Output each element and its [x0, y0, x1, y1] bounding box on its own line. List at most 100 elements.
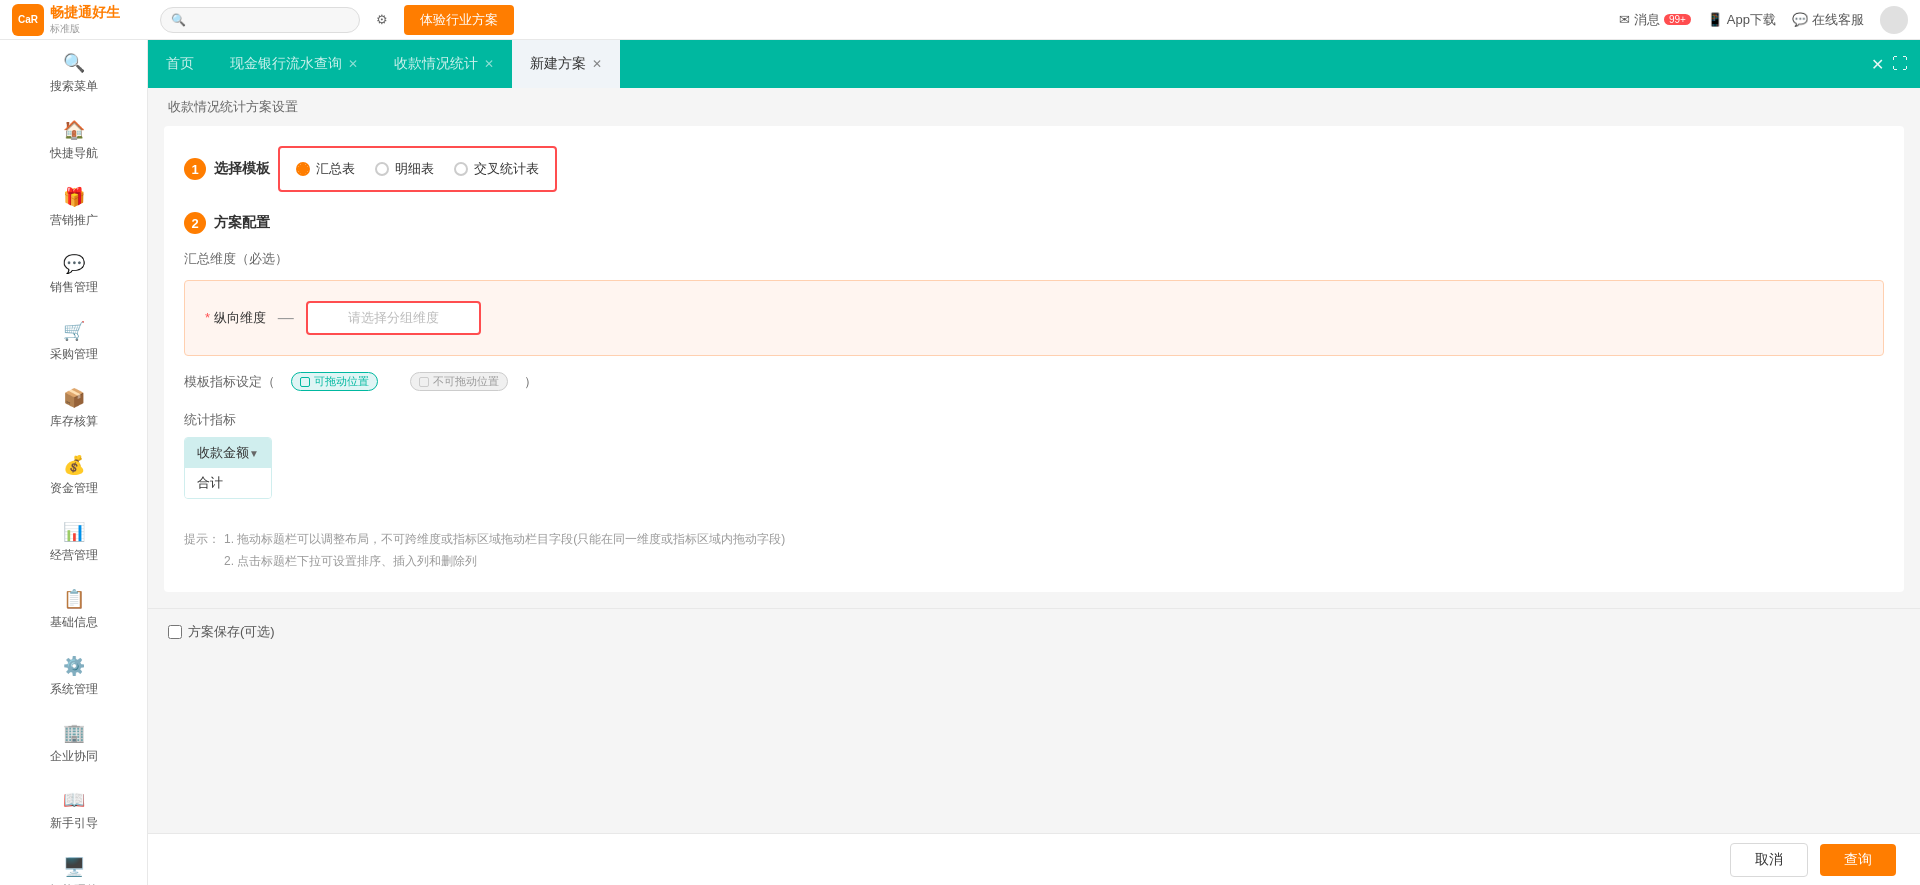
tips-section: 提示： 1. 拖动标题栏可以调整布局，不可跨维度或指标区域拖动栏目字段(只能在同… [184, 529, 1884, 572]
finance-icon: 💰 [63, 454, 85, 476]
purchase-icon: 🛒 [63, 320, 85, 342]
top-right-area: ✉ 消息 99+ 📱 App下载 💬 在线客服 [1619, 6, 1908, 34]
tab-cashflow-close[interactable]: ✕ [348, 57, 358, 71]
sidebar-item-finance[interactable]: 💰 资金管理 [0, 442, 147, 509]
main-card: 1 选择模板 汇总表 明细表 [164, 126, 1904, 592]
sidebar-item-operation[interactable]: 📊 经营管理 [0, 509, 147, 576]
trial-button[interactable]: 体验行业方案 [404, 5, 514, 35]
step1-title: 选择模板 [214, 160, 270, 178]
tip-line-1: 提示： 1. 拖动标题栏可以调整布局，不可跨维度或指标区域拖动栏目字段(只能在同… [184, 529, 1884, 551]
logo-tag: 标准版 [50, 22, 120, 36]
metric-row-total: 合计 [185, 468, 271, 498]
metric-group-name: 收款金额 [197, 444, 249, 462]
top-search: 🔍 ⚙ 体验行业方案 [160, 5, 1619, 35]
metric-dropdown-icon: ▼ [249, 448, 259, 459]
guide-icon: 📖 [63, 789, 85, 811]
radio-group: 汇总表 明细表 交叉统计表 [296, 160, 539, 178]
basic-info-icon: 📋 [63, 588, 85, 610]
user-avatar[interactable] [1880, 6, 1908, 34]
settings-icon[interactable]: ⚙ [368, 6, 396, 34]
metric-group-title[interactable]: 收款金额 ▼ [185, 438, 271, 468]
maximize-icon[interactable]: ⛶ [1892, 55, 1908, 73]
save-checkbox[interactable] [168, 625, 182, 639]
radio-circle-detail [375, 162, 389, 176]
save-section: 方案保存(可选) [148, 608, 1920, 655]
sidebar-item-label: 采购管理 [50, 346, 98, 363]
quick-nav-icon: 🏠 [63, 119, 85, 141]
tab-cashflow[interactable]: 现金银行流水查询 ✕ [212, 40, 376, 88]
radio-summary-label: 汇总表 [316, 160, 355, 178]
unmovable-label: 不可拖动位置 [433, 374, 499, 389]
query-button[interactable]: 查询 [1820, 844, 1896, 876]
step1-header: 1 选择模板 汇总表 明细表 [184, 146, 1884, 192]
search-input-box[interactable]: 🔍 [160, 7, 360, 33]
dimension-arrow: — [278, 309, 294, 327]
sidebar-item-label: 营销推广 [50, 212, 98, 229]
logo-icon: CaR [12, 4, 44, 36]
dimension-select[interactable]: 请选择分组维度 [306, 301, 481, 335]
sidebar-item-quick-nav[interactable]: 🏠 快捷导航 [0, 107, 147, 174]
sidebar-item-label: 快捷导航 [50, 145, 98, 162]
sidebar-item-sales[interactable]: 💬 销售管理 [0, 241, 147, 308]
sidebar-item-hardware[interactable]: 🖥️ 智能硬件 [0, 844, 147, 885]
sidebar-item-purchase[interactable]: 🛒 采购管理 [0, 308, 147, 375]
step2-section: 2 方案配置 汇总维度（必选） * 纵向维度 — [184, 212, 1884, 572]
tab-bar-right: ✕ ⛶ [1859, 40, 1920, 88]
tab-home[interactable]: 首页 [148, 40, 212, 88]
sidebar-item-basic-info[interactable]: 📋 基础信息 [0, 576, 147, 643]
metrics-header: 模板指标设定（ 可拖动位置 不可拖动位置 ） [184, 372, 1884, 391]
tab-cashflow-label: 现金银行流水查询 [230, 55, 342, 73]
sidebar-item-inventory[interactable]: 📦 库存核算 [0, 375, 147, 442]
sidebar-item-label: 库存核算 [50, 413, 98, 430]
radio-detail[interactable]: 明细表 [375, 160, 434, 178]
sidebar-item-label: 资金管理 [50, 480, 98, 497]
metric-group: 收款金额 ▼ 合计 [184, 437, 272, 499]
sidebar-item-search-menu[interactable]: 🔍 搜索菜单 [0, 40, 147, 107]
hardware-icon: 🖥️ [63, 856, 85, 878]
download-button[interactable]: 📱 App下载 [1707, 11, 1776, 29]
radio-detail-label: 明细表 [395, 160, 434, 178]
message-badge: 99+ [1664, 14, 1691, 25]
metrics-area: 统计指标 收款金额 ▼ 合计 [184, 401, 1884, 509]
tab-new-plan-close[interactable]: ✕ [592, 57, 602, 71]
unmovable-badge: 不可拖动位置 [410, 372, 508, 391]
tab-home-label: 首页 [166, 55, 194, 73]
save-label: 方案保存(可选) [188, 623, 275, 641]
breadcrumb: 收款情况统计方案设置 [148, 88, 1920, 126]
sidebar-item-marketing[interactable]: 🎁 营销推广 [0, 174, 147, 241]
page-content: 收款情况统计方案设置 1 选择模板 汇总表 [148, 88, 1920, 833]
tab-receipt-stats[interactable]: 收款情况统计 ✕ [376, 40, 512, 88]
enterprise-icon: 🏢 [63, 722, 85, 744]
download-label: App下载 [1727, 11, 1776, 29]
tab-new-plan-label: 新建方案 [530, 55, 586, 73]
radio-summary[interactable]: 汇总表 [296, 160, 355, 178]
vertical-dim-text: 纵向维度 [214, 310, 266, 325]
sidebar-item-guide[interactable]: 📖 新手引导 [0, 777, 147, 844]
marketing-icon: 🎁 [63, 186, 85, 208]
service-button[interactable]: 💬 在线客服 [1792, 11, 1864, 29]
radio-cross[interactable]: 交叉统计表 [454, 160, 539, 178]
sidebar-item-label: 搜索菜单 [50, 78, 98, 95]
step2-badge: 2 [184, 212, 206, 234]
radio-circle-summary [296, 162, 310, 176]
sidebar-item-enterprise[interactable]: 🏢 企业协同 [0, 710, 147, 777]
footer-bar: 取消 查询 [148, 833, 1920, 885]
metrics-close-paren: ） [524, 373, 537, 391]
message-button[interactable]: ✉ 消息 99+ [1619, 11, 1691, 29]
save-checkbox-label[interactable]: 方案保存(可选) [168, 623, 275, 641]
cancel-button[interactable]: 取消 [1730, 843, 1808, 877]
tab-receipt-stats-close[interactable]: ✕ [484, 57, 494, 71]
logo-text: 畅捷通好生 [50, 4, 120, 22]
summary-dim-label: 汇总维度（必选） [184, 250, 1884, 268]
content-area: 首页 现金银行流水查询 ✕ 收款情况统计 ✕ 新建方案 ✕ ✕ ⛶ 收款情况统计… [148, 40, 1920, 885]
tab-new-plan[interactable]: 新建方案 ✕ [512, 40, 620, 88]
tips-prefix: 提示： [184, 529, 220, 551]
metrics-section-label: 统计指标 [184, 411, 1884, 429]
sales-icon: 💬 [63, 253, 85, 275]
close-all-icon[interactable]: ✕ [1871, 55, 1884, 74]
operation-icon: 📊 [63, 521, 85, 543]
template-options: 汇总表 明细表 交叉统计表 [278, 146, 557, 192]
sidebar-item-system[interactable]: ⚙️ 系统管理 [0, 643, 147, 710]
step2-title: 方案配置 [214, 214, 270, 232]
tab-bar: 首页 现金银行流水查询 ✕ 收款情况统计 ✕ 新建方案 ✕ ✕ ⛶ [148, 40, 1920, 88]
